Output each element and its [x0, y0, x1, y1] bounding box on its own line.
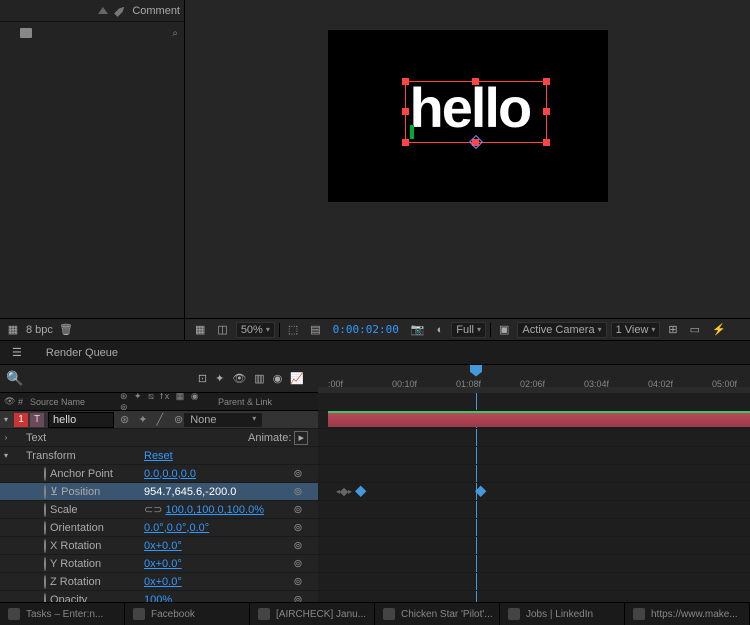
stopwatch-icon[interactable] — [44, 485, 46, 499]
comp-mini-icon[interactable]: ⊡ — [198, 372, 207, 385]
tag-icon[interactable] — [112, 2, 129, 19]
camera-dropdown[interactable]: Active Camera▾ — [517, 322, 606, 338]
snapshot-icon[interactable]: 📷 — [407, 322, 429, 338]
taskbar-item[interactable]: https://www.make... — [625, 603, 750, 625]
panel-menu-icon[interactable]: ☰ — [0, 341, 34, 365]
app-icon — [8, 608, 20, 620]
comment-column-header[interactable]: Comment — [132, 5, 180, 17]
pickwhip-icon[interactable]: ⊚ — [174, 413, 183, 426]
source-column[interactable]: Source Name — [26, 397, 116, 407]
handle-bl[interactable] — [402, 139, 409, 146]
handle-mr[interactable] — [543, 108, 550, 115]
handle-tl[interactable] — [402, 78, 409, 85]
viewer-options-icon[interactable]: ▣ — [495, 322, 513, 338]
app-icon — [133, 608, 145, 620]
exposure-icon[interactable]: ◐ — [433, 322, 448, 338]
hierarchy-icon: ⌕ — [172, 28, 178, 39]
composition-canvas[interactable]: hello — [328, 30, 608, 202]
text-group[interactable]: ›Text Animate: ▸ — [0, 429, 318, 447]
time-ruler[interactable]: :00f 00:10f 01:08f 02:06f 03:04f 04:02f … — [318, 365, 750, 393]
taskbar-item[interactable]: Tasks – Enter:n... — [0, 603, 125, 625]
graph-editor-icon[interactable]: 📈 — [290, 372, 304, 385]
parent-column: Parent & Link — [214, 397, 276, 407]
transform-group[interactable]: ▾Transform Reset — [0, 447, 318, 465]
taskbar-item[interactable]: Jobs | LinkedIn — [500, 603, 625, 625]
pixel-ratio-icon[interactable]: ▭ — [686, 322, 704, 338]
roi-icon[interactable]: ⬚ — [284, 322, 302, 338]
interpret-icon[interactable]: ▦ — [6, 323, 20, 337]
bpc-indicator[interactable]: 8 bpc — [26, 324, 53, 336]
orientation-row[interactable]: Orientation 0.0°,0.0°,0.0° ⊚ — [0, 519, 318, 537]
expand-toggle[interactable]: ▾ — [0, 415, 12, 424]
timeline-tracks[interactable]: ◂▸ — [318, 393, 750, 602]
opacity-row[interactable]: Opacity 100% ⊚ — [0, 591, 318, 602]
text-layer-icon: T — [30, 413, 44, 427]
app-icon — [383, 608, 395, 620]
anchor-point-row[interactable]: Anchor Point 0.0,0.0,0.0 ⊚ — [0, 465, 318, 483]
composition-viewer[interactable]: hello ▦ ◫ 50%▾ ⬚ ▤ 0:00:02:00 📷 — [185, 0, 750, 340]
taskbar-item[interactable]: Facebook — [125, 603, 250, 625]
position-row[interactable]: ⊻ Position 954.7,645.6,-200.0 ⊚ — [0, 483, 318, 501]
z-rotation-row[interactable]: Z Rotation 0x+0.0° ⊚ — [0, 573, 318, 591]
taskbar-item[interactable]: Chicken Star 'Pilot'... — [375, 603, 500, 625]
app-icon — [633, 608, 645, 620]
view-layout-icon[interactable]: ⊞ — [664, 322, 681, 338]
project-panel: Comment ⌕ ▦ 8 bpc 🗑 — [0, 0, 185, 340]
project-folder-row[interactable]: ⌕ — [0, 22, 184, 44]
layer-bar[interactable] — [328, 413, 750, 427]
app-icon — [508, 608, 520, 620]
baseline-icon — [410, 125, 414, 139]
project-footer: ▦ 8 bpc 🗑 — [0, 318, 184, 340]
taskbar: Tasks – Enter:n... Facebook [AIRCHECK] J… — [0, 602, 750, 625]
x-rotation-row[interactable]: X Rotation 0x+0.0° ⊚ — [0, 537, 318, 555]
y-rotation-row[interactable]: Y Rotation 0x+0.0° ⊚ — [0, 555, 318, 573]
layer-row-1[interactable]: ▾ 1 T hello ⊛ ✦ ╱ ⊚ None▾ — [0, 411, 318, 429]
animate-menu[interactable]: Animate: — [248, 432, 291, 444]
render-queue-tab[interactable]: Render Queue — [34, 341, 130, 365]
grid-icon[interactable]: ▦ — [191, 322, 209, 338]
keyframe[interactable] — [355, 486, 366, 497]
keyframe-nav[interactable]: ◂▸ — [336, 487, 352, 496]
mask-icon[interactable]: ◫ — [213, 322, 231, 338]
handle-tr[interactable] — [543, 78, 550, 85]
frameblend-icon[interactable]: ▥ — [254, 372, 264, 385]
link-icon[interactable]: ⊚ — [293, 467, 302, 480]
viewer-toolbar: ▦ ◫ 50%▾ ⬚ ▤ 0:00:02:00 📷 ◐ Full▾ ▣ Acti… — [185, 318, 750, 340]
search-icon[interactable]: 🔍 — [6, 370, 23, 387]
keyframe[interactable] — [475, 486, 486, 497]
fast-preview-icon[interactable]: ⚡ — [708, 322, 730, 338]
layer-index[interactable]: 1 — [14, 413, 28, 427]
layer-name-input[interactable]: hello — [48, 412, 114, 428]
handle-ml[interactable] — [402, 108, 409, 115]
draft3d-icon[interactable]: ✦ — [215, 372, 224, 385]
handle-tc[interactable] — [472, 78, 479, 85]
stopwatch-icon[interactable] — [44, 467, 46, 481]
app-icon — [258, 608, 270, 620]
num-column: # — [14, 397, 26, 407]
views-dropdown[interactable]: 1 View▾ — [611, 322, 661, 338]
folder-icon — [20, 28, 32, 38]
timecode-display[interactable]: 0:00:02:00 — [329, 322, 403, 338]
trash-icon[interactable]: 🗑 — [59, 323, 73, 337]
timeline-panel: ☰ Render Queue 🔍 ⊡ ✦ 👁 ▥ ◉ 📈 :00f 00:10f… — [0, 340, 750, 602]
taskbar-item[interactable]: [AIRCHECK] Janu... — [250, 603, 375, 625]
shy-icon[interactable]: 👁 — [232, 372, 246, 385]
layer-outline: 👁 # Source Name ⊛ ✦ ⧅ fx ▦ ◉ ⊚ Parent & … — [0, 393, 318, 602]
switches-column: ⊛ ✦ ⧅ fx ▦ ◉ ⊚ — [116, 393, 214, 413]
parent-dropdown[interactable]: None▾ — [183, 412, 263, 428]
reset-link[interactable]: Reset — [144, 450, 173, 462]
channel-icon[interactable]: ▤ — [306, 322, 324, 338]
playhead-handle[interactable] — [470, 365, 482, 377]
selection-box[interactable] — [406, 82, 546, 142]
sort-icon[interactable] — [98, 7, 108, 14]
handle-br[interactable] — [543, 139, 550, 146]
eye-column-icon[interactable]: 👁 — [0, 396, 14, 407]
zoom-dropdown[interactable]: 50%▾ — [236, 322, 275, 338]
scale-row[interactable]: Scale ⊂⊃ 100.0,100.0,100.0% ⊚ — [0, 501, 318, 519]
resolution-dropdown[interactable]: Full▾ — [451, 322, 486, 338]
motionblur-icon[interactable]: ◉ — [273, 372, 283, 385]
